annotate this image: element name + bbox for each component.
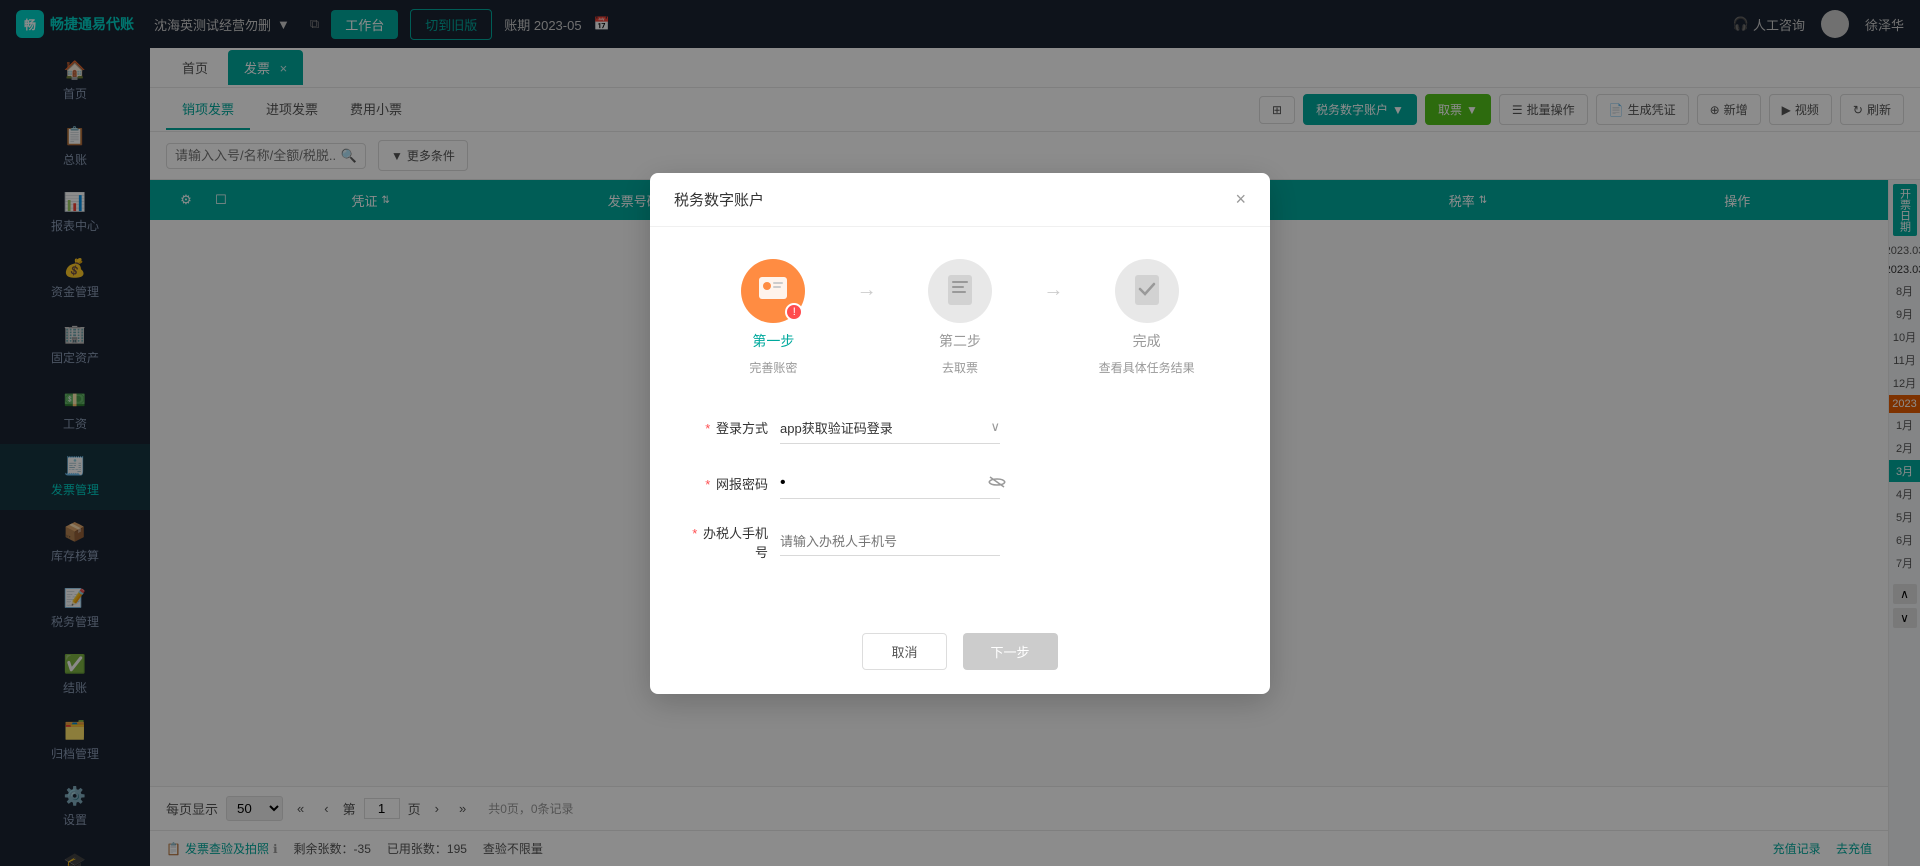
modal-header: 税务数字账户 × xyxy=(650,173,1270,227)
step-1: ! 第一步 完善账密 xyxy=(690,259,857,376)
step-3-icon-wrap xyxy=(1115,259,1179,323)
required-mark-2: * xyxy=(705,477,710,492)
tax-account-modal: 税务数字账户 × xyxy=(650,173,1270,694)
required-mark-3: * xyxy=(692,526,697,541)
required-mark-1: * xyxy=(705,421,710,436)
step-3-title: 完成 xyxy=(1133,331,1161,351)
modal-close-btn[interactable]: × xyxy=(1235,189,1246,210)
password-field: * 网报密码 xyxy=(690,468,1230,499)
step-1-title: 第一步 xyxy=(752,331,794,351)
login-method-control: app获取验证码登录 ∨ xyxy=(780,412,1230,444)
step-arrow-1: → xyxy=(857,259,877,302)
phone-field: * 办税人手机号 xyxy=(690,523,1230,561)
step-2: 第二步 去取票 xyxy=(877,259,1044,376)
eye-icon[interactable] xyxy=(987,475,1007,491)
modal-footer: 取消 下一步 xyxy=(650,617,1270,694)
login-method-field: * 登录方式 app获取验证码登录 ∨ xyxy=(690,412,1230,444)
password-input-wrap xyxy=(780,468,1000,499)
login-method-label: * 登录方式 xyxy=(690,418,780,437)
password-control xyxy=(780,468,1230,499)
password-input[interactable] xyxy=(780,468,987,498)
steps-indicator: ! 第一步 完善账密 → xyxy=(690,259,1230,376)
phone-control xyxy=(780,528,1230,556)
select-chevron-icon: ∨ xyxy=(990,419,1000,435)
modal-body: ! 第一步 完善账密 → xyxy=(650,227,1270,617)
step-1-badge: ! xyxy=(785,303,803,321)
modal-overlay: 税务数字账户 × xyxy=(0,0,1920,866)
phone-label: * 办税人手机号 xyxy=(690,523,780,561)
step-2-icon-wrap xyxy=(928,259,992,323)
phone-input[interactable] xyxy=(780,528,1000,556)
cancel-button[interactable]: 取消 xyxy=(862,633,946,670)
step-2-title: 第二步 xyxy=(939,331,981,351)
modal-title: 税务数字账户 xyxy=(674,189,764,210)
step-2-desc: 去取票 xyxy=(942,359,978,376)
step-3-desc: 查看具体任务结果 xyxy=(1099,359,1195,376)
step-arrow-2: → xyxy=(1043,259,1063,302)
step-3-icon xyxy=(1129,271,1165,310)
next-button[interactable]: 下一步 xyxy=(963,633,1058,670)
step-3: 完成 查看具体任务结果 xyxy=(1063,259,1230,376)
password-label: * 网报密码 xyxy=(690,474,780,493)
login-method-select[interactable]: app获取验证码登录 ∨ xyxy=(780,412,1000,444)
step-1-desc: 完善账密 xyxy=(749,359,797,376)
step-1-icon-wrap: ! xyxy=(741,259,805,323)
step-2-icon xyxy=(942,271,978,310)
